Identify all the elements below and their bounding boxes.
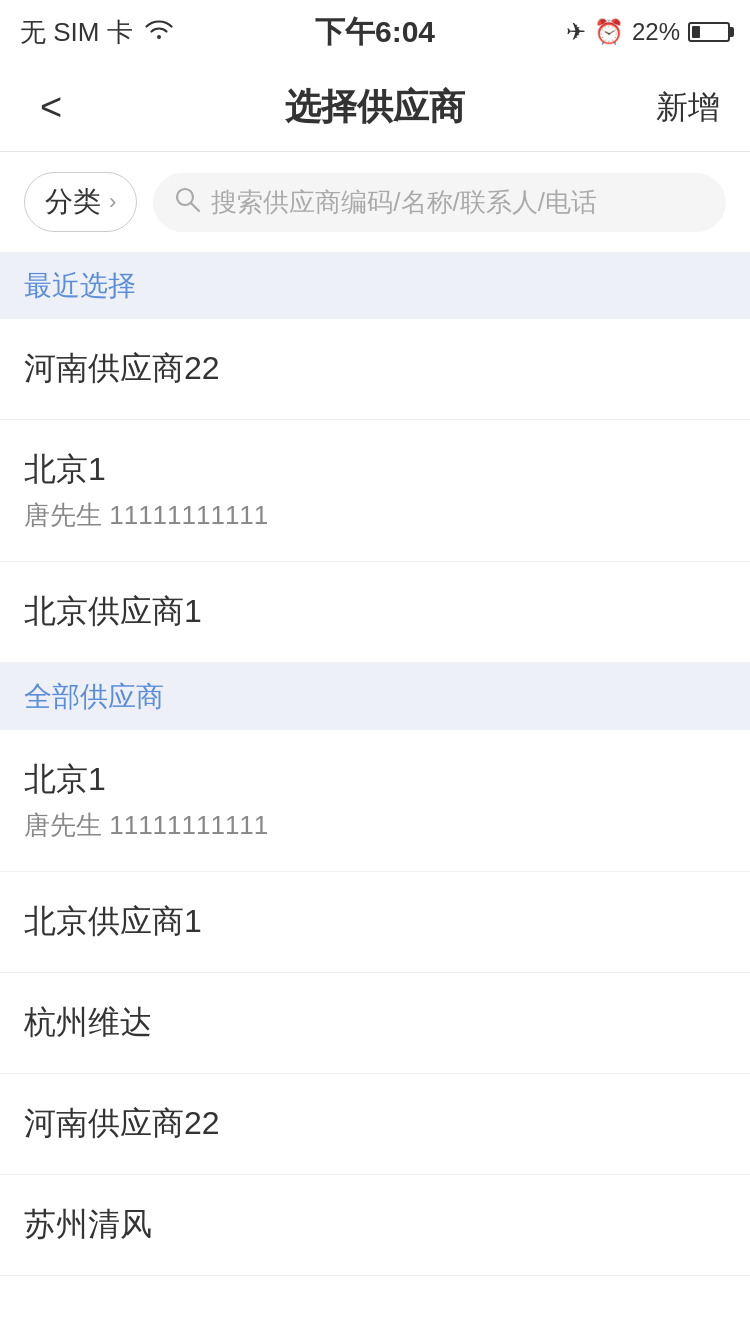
page-title: 选择供应商 bbox=[285, 83, 465, 132]
item-name: 北京供应商1 bbox=[24, 590, 726, 634]
item-name: 北京1 bbox=[24, 758, 726, 802]
list-item[interactable]: 河南供应商22 bbox=[0, 319, 750, 420]
list-item[interactable]: 北京1 唐先生 11111111111 bbox=[0, 420, 750, 562]
recent-list: 河南供应商22 北京1 唐先生 11111111111 北京供应商1 bbox=[0, 319, 750, 663]
recent-section-header: 最近选择 bbox=[0, 252, 750, 319]
svg-line-1 bbox=[192, 203, 200, 211]
list-item[interactable]: 北京供应商1 bbox=[0, 562, 750, 663]
search-icon bbox=[173, 185, 201, 220]
list-item[interactable]: 杭州维达 bbox=[0, 973, 750, 1074]
battery-icon bbox=[688, 22, 730, 42]
search-input-wrapper[interactable]: 搜索供应商编码/名称/联系人/电话 bbox=[153, 173, 726, 232]
wifi-icon bbox=[143, 17, 175, 48]
category-button[interactable]: 分类 › bbox=[24, 172, 137, 232]
nav-bar: < 选择供应商 新增 bbox=[0, 64, 750, 152]
back-button[interactable]: < bbox=[30, 76, 72, 139]
recent-header-text: 最近选择 bbox=[24, 270, 136, 301]
location-icon: ✈ bbox=[566, 18, 586, 46]
alarm-icon: ⏰ bbox=[594, 18, 624, 46]
battery-pct: 22% bbox=[632, 18, 680, 46]
item-name: 杭州维达 bbox=[24, 1001, 726, 1045]
status-bar: 无 SIM 卡 下午6:04 ✈ ⏰ 22% bbox=[0, 0, 750, 64]
list-item[interactable]: 北京供应商1 bbox=[0, 872, 750, 973]
all-header-text: 全部供应商 bbox=[24, 681, 164, 712]
chevron-right-icon: › bbox=[109, 189, 116, 215]
add-button[interactable]: 新增 bbox=[656, 86, 720, 130]
search-area: 分类 › 搜索供应商编码/名称/联系人/电话 bbox=[0, 152, 750, 252]
item-name: 河南供应商22 bbox=[24, 1102, 726, 1146]
item-sub: 唐先生 11111111111 bbox=[24, 498, 726, 533]
item-sub: 唐先生 11111111111 bbox=[24, 808, 726, 843]
all-list: 北京1 唐先生 11111111111 北京供应商1 杭州维达 河南供应商22 … bbox=[0, 730, 750, 1276]
all-section-header: 全部供应商 bbox=[0, 663, 750, 730]
svg-point-0 bbox=[177, 189, 193, 205]
list-item[interactable]: 苏州清风 bbox=[0, 1175, 750, 1276]
status-right: ✈ ⏰ 22% bbox=[566, 18, 730, 46]
list-item[interactable]: 河南供应商22 bbox=[0, 1074, 750, 1175]
item-name: 北京供应商1 bbox=[24, 900, 726, 944]
status-time: 下午6:04 bbox=[315, 12, 435, 53]
category-label: 分类 bbox=[45, 183, 101, 221]
item-name: 苏州清风 bbox=[24, 1203, 726, 1247]
item-name: 河南供应商22 bbox=[24, 347, 726, 391]
item-name: 北京1 bbox=[24, 448, 726, 492]
list-item[interactable]: 北京1 唐先生 11111111111 bbox=[0, 730, 750, 872]
status-left: 无 SIM 卡 bbox=[20, 15, 175, 50]
search-placeholder-text: 搜索供应商编码/名称/联系人/电话 bbox=[211, 185, 597, 220]
carrier-text: 无 SIM 卡 bbox=[20, 15, 133, 50]
